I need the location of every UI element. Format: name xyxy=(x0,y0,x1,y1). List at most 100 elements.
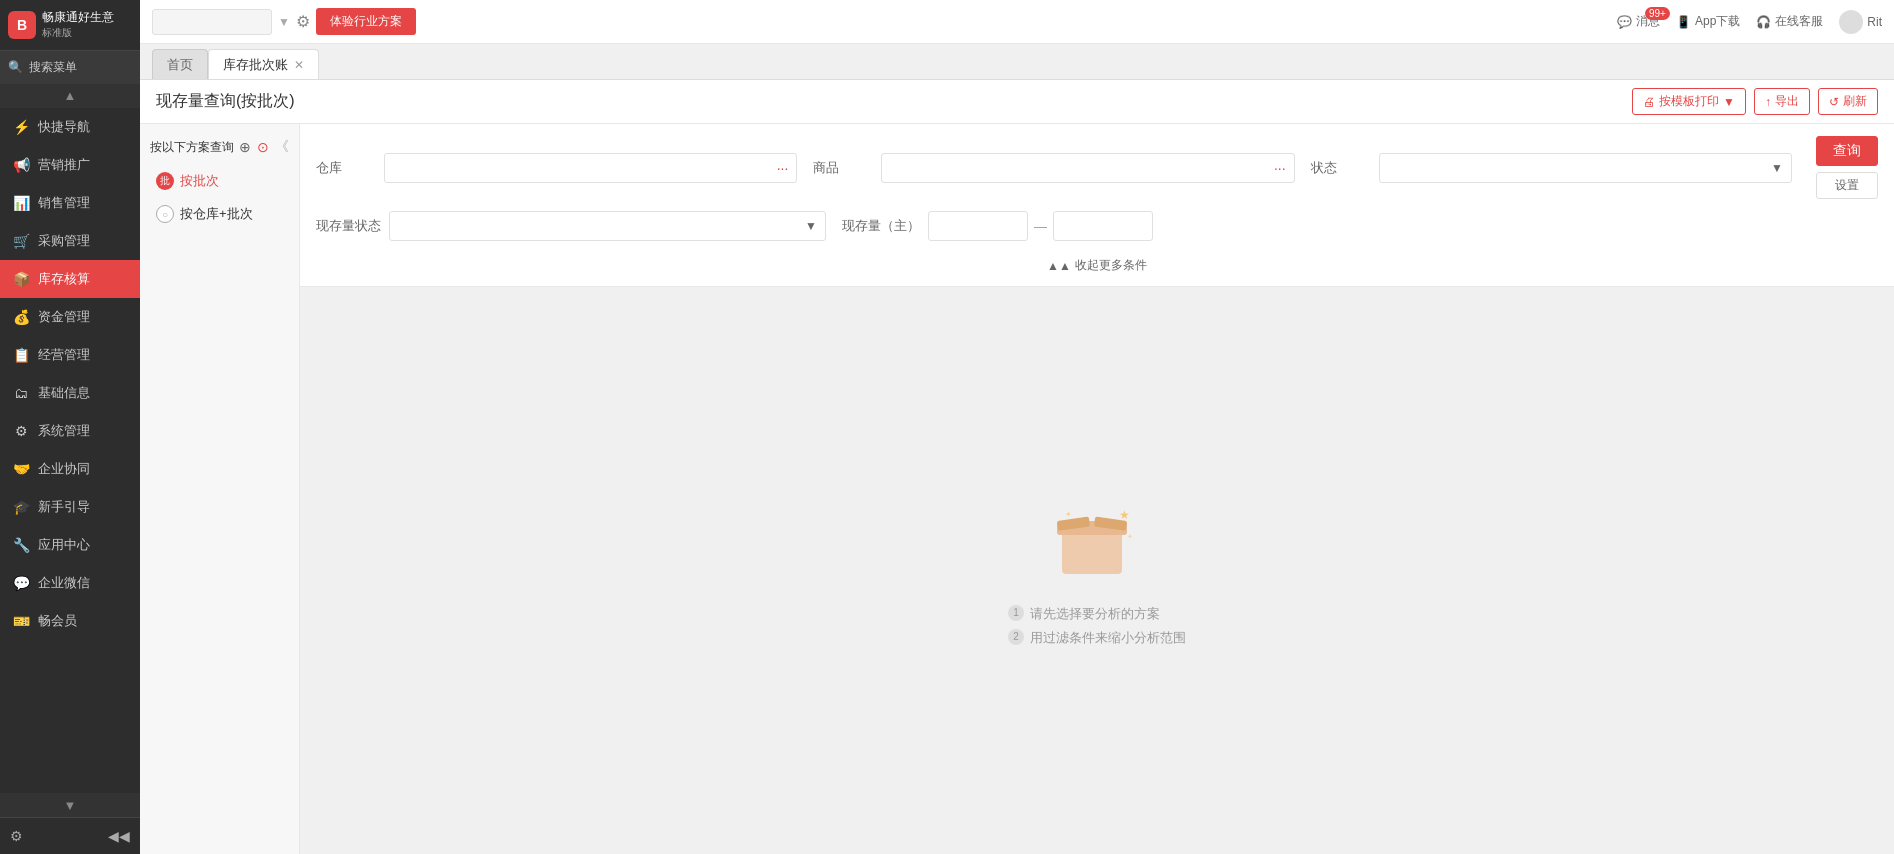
app-icon: 📱 xyxy=(1676,15,1691,29)
tab-close-icon[interactable]: ✕ xyxy=(294,58,304,72)
caigou-icon: 🛒 xyxy=(12,232,30,250)
right-content: 仓库 ··· 商品 ··· xyxy=(300,124,1894,854)
topbar-settings-icon[interactable]: ⚙ xyxy=(296,12,310,31)
kuaijie-icon: ⚡ xyxy=(12,118,30,136)
service-label: 在线客服 xyxy=(1775,13,1823,30)
scheme-item-cangku-pici[interactable]: ○ 按仓库+批次 xyxy=(144,198,295,230)
export-button[interactable]: ↑ 导出 xyxy=(1754,88,1810,115)
avatar xyxy=(1839,10,1863,34)
sidebar-item-xitong[interactable]: ⚙ 系统管理 xyxy=(0,412,140,450)
sidebar: B 畅康通好生意 标准版 🔍 搜索菜单 ▲ ⚡ 快捷导航 📢 营销推广 📊 销售… xyxy=(0,0,140,854)
print-icon: 🖨 xyxy=(1643,95,1655,109)
topbar-dropdown-icon[interactable]: ▼ xyxy=(278,15,290,29)
sidebar-scroll-down[interactable]: ▼ xyxy=(0,793,140,817)
tab-home[interactable]: 首页 xyxy=(152,49,208,79)
empty-step-2: 2 用过滤条件来缩小分析范围 xyxy=(1008,629,1186,647)
sidebar-item-xiaoshou[interactable]: 📊 销售管理 xyxy=(0,184,140,222)
sidebar-item-qiye[interactable]: 🤝 企业协同 xyxy=(0,450,140,488)
sidebar-item-kucun[interactable]: 📦 库存核算 xyxy=(0,260,140,298)
online-service-button[interactable]: 🎧 在线客服 xyxy=(1756,13,1823,30)
app-label: App下载 xyxy=(1695,13,1740,30)
sidebar-item-zijin[interactable]: 💰 资金管理 xyxy=(0,298,140,336)
app-download-button[interactable]: 📱 App下载 xyxy=(1676,13,1740,30)
svg-text:✦: ✦ xyxy=(1065,510,1072,519)
collapse-sidebar-icon[interactable]: ◀◀ xyxy=(108,828,130,844)
jingying-icon: 📋 xyxy=(12,346,30,364)
filter-status: 状态 ▼ xyxy=(1311,153,1792,183)
scheme-label: 按批次 xyxy=(180,172,219,190)
empty-illustration: ★ ✦ ✦ xyxy=(1047,489,1147,589)
search-icon: 🔍 xyxy=(8,60,23,74)
sidebar-item-xinshou[interactable]: 🎓 新手引导 xyxy=(0,488,140,526)
tab-kucun-pici[interactable]: 库存批次账 ✕ xyxy=(208,49,319,79)
sidebar-scroll-up[interactable]: ▲ xyxy=(0,84,140,108)
page-title: 现存量查询(按批次) xyxy=(156,91,295,112)
sidebar-label: 畅会员 xyxy=(38,612,77,630)
sidebar-item-kuaijie[interactable]: ⚡ 快捷导航 xyxy=(0,108,140,146)
empty-icon: ★ ✦ ✦ xyxy=(1047,489,1147,589)
sidebar-label: 应用中心 xyxy=(38,536,90,554)
user-name: Rit xyxy=(1867,15,1882,29)
empty-step-1: 1 请先选择要分析的方案 xyxy=(1008,605,1186,623)
query-button[interactable]: 查询 xyxy=(1816,136,1878,166)
tabs-bar: 首页 库存批次账 ✕ xyxy=(140,44,1894,80)
scheme-panel-header: 按以下方案查询 ⊕ ⊙ 《 xyxy=(140,132,299,164)
topbar-search-box[interactable] xyxy=(152,9,272,35)
query-btn-area: 查询 设置 xyxy=(1816,136,1878,199)
tab-home-label: 首页 xyxy=(167,56,193,74)
svg-rect-0 xyxy=(1062,529,1122,574)
user-menu-button[interactable]: Rit xyxy=(1839,10,1882,34)
status-label: 状态 xyxy=(1311,159,1371,177)
add-scheme-icon[interactable]: ⊕ xyxy=(239,139,251,155)
sidebar-label: 企业协同 xyxy=(38,460,90,478)
sidebar-item-weixin[interactable]: 💬 企业微信 xyxy=(0,564,140,602)
scheme-active-icon: 批 xyxy=(156,172,174,190)
stock-status-select[interactable]: ▼ xyxy=(389,211,826,241)
trial-button[interactable]: 体验行业方案 xyxy=(316,8,416,35)
page-header: 现存量查询(按批次) 🖨 按模板打印 ▼ ↑ 导出 ↺ 刷新 xyxy=(140,80,1894,124)
sidebar-item-caigou[interactable]: 🛒 采购管理 xyxy=(0,222,140,260)
xinshou-icon: 🎓 xyxy=(12,498,30,516)
goods-dots-icon: ··· xyxy=(1274,160,1286,176)
collapse-more-btn[interactable]: ▲▲ 收起更多条件 xyxy=(316,253,1878,274)
sidebar-item-jichu[interactable]: 🗂 基础信息 xyxy=(0,374,140,412)
sidebar-nav: ⚡ 快捷导航 📢 营销推广 📊 销售管理 🛒 采购管理 📦 库存核算 💰 xyxy=(0,108,140,793)
stock-qty-max-input[interactable] xyxy=(1053,211,1153,241)
scheme-item-pici[interactable]: 批 按批次 xyxy=(144,165,295,197)
tab-kucun-label: 库存批次账 xyxy=(223,56,288,74)
app-name: 畅康通好生意 xyxy=(42,10,114,26)
svg-text:✦: ✦ xyxy=(1127,533,1133,540)
sidebar-header: B 畅康通好生意 标准版 xyxy=(0,0,140,51)
stock-qty-min-input[interactable] xyxy=(928,211,1028,241)
print-label: 按模板打印 xyxy=(1659,93,1719,110)
sidebar-item-jingying[interactable]: 📋 经营管理 xyxy=(0,336,140,374)
sidebar-item-yingyong[interactable]: 🔧 应用中心 xyxy=(0,526,140,564)
warehouse-input[interactable]: ··· xyxy=(384,153,797,183)
sidebar-item-changhui[interactable]: 🎫 畅会员 xyxy=(0,602,140,640)
search-menu-item[interactable]: 🔍 搜索菜单 xyxy=(0,51,140,84)
status-select[interactable]: ▼ xyxy=(1379,153,1792,183)
settings-icon[interactable]: ⚙ xyxy=(10,828,23,844)
svg-text:★: ★ xyxy=(1119,508,1130,522)
panel-collapse-icon[interactable]: 《 xyxy=(275,138,289,156)
collapse-label: 收起更多条件 xyxy=(1075,257,1147,274)
refresh-button[interactable]: ↺ 刷新 xyxy=(1818,88,1878,115)
sidebar-label: 销售管理 xyxy=(38,194,90,212)
scheme-settings-icon[interactable]: ⊙ xyxy=(257,139,269,155)
stock-qty-label: 现存量（主） xyxy=(842,217,920,235)
refresh-icon: ↺ xyxy=(1829,95,1839,109)
settings-button[interactable]: 设置 xyxy=(1816,172,1878,199)
topbar-left: ▼ ⚙ 体验行业方案 xyxy=(152,8,1609,35)
goods-input[interactable]: ··· xyxy=(881,153,1294,183)
empty-state: ★ ✦ ✦ 1 请先选择要分析的方案 2 用过滤条件来缩小分析范围 xyxy=(300,287,1894,854)
collapse-icon: ▲▲ xyxy=(1047,259,1071,273)
filter-area: 仓库 ··· 商品 ··· xyxy=(300,124,1894,287)
sidebar-label: 快捷导航 xyxy=(38,118,90,136)
print-button[interactable]: 🖨 按模板打印 ▼ xyxy=(1632,88,1746,115)
range-dash: — xyxy=(1034,219,1047,234)
sidebar-item-yingxiao[interactable]: 📢 营销推广 xyxy=(0,146,140,184)
print-dropdown-icon[interactable]: ▼ xyxy=(1723,95,1735,109)
message-button[interactable]: 💬 消息 99+ xyxy=(1617,13,1660,30)
jichu-icon: 🗂 xyxy=(12,384,30,402)
step2-text: 用过滤条件来缩小分析范围 xyxy=(1030,629,1186,647)
